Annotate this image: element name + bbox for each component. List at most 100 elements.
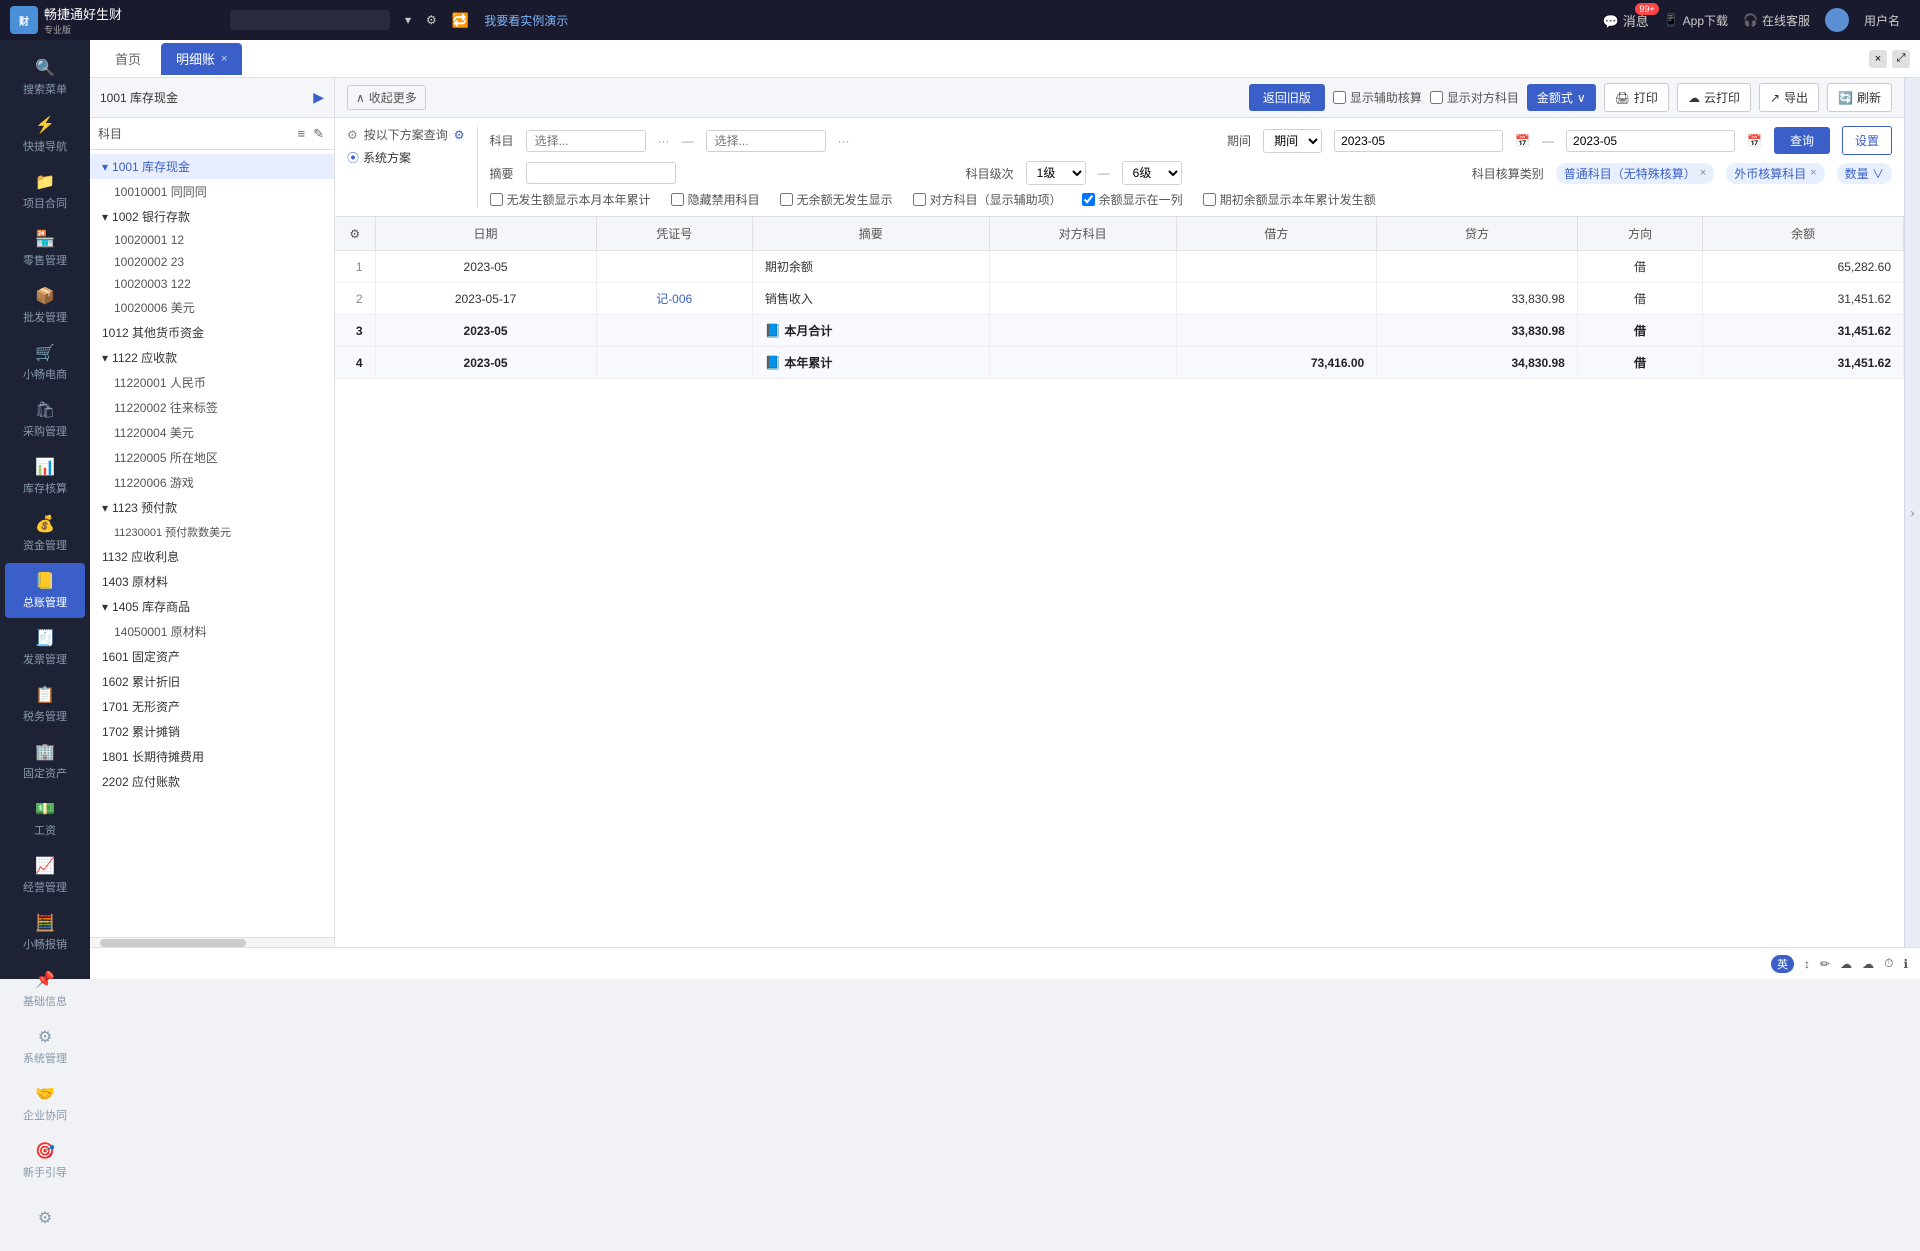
period-to-input[interactable]	[1566, 130, 1735, 152]
calendar-icon-from[interactable]: 📅	[1515, 134, 1530, 148]
tree-node-10010001[interactable]: 10010001 同同同	[90, 179, 334, 204]
tree-node-11230001[interactable]: 11230001 预付款数美元	[90, 520, 334, 544]
sidebar-item-expense[interactable]: 🧮 小畅报销	[5, 905, 85, 960]
voucher-link-2[interactable]: 记-006	[656, 292, 692, 306]
sidebar-item-salary[interactable]: 💵 工资	[5, 791, 85, 846]
tree-node-1132[interactable]: 1132 应收利息	[90, 544, 334, 569]
checkbox-no-balance2[interactable]: 无余额无发生显示	[780, 191, 893, 208]
tree-node-1012[interactable]: 1012 其他货币资金	[90, 320, 334, 345]
sidebar-item-quicknav[interactable]: ⚡ 快捷导航	[5, 107, 85, 162]
tree-node-1403[interactable]: 1403 原材料	[90, 569, 334, 594]
sidebar-item-system[interactable]: ⚙ 系统管理	[5, 1019, 85, 1074]
sidebar-item-capital[interactable]: 💰 资金管理	[5, 506, 85, 561]
tab-detail[interactable]: 明细账 ×	[161, 43, 242, 75]
show-aux-input[interactable]	[1333, 91, 1346, 104]
tab-close-btn[interactable]: ×	[221, 53, 227, 65]
sidebar-item-wholesale[interactable]: 📦 批发管理	[5, 278, 85, 333]
export-btn[interactable]: ↗ 导出	[1759, 83, 1819, 112]
status-cloud2[interactable]: ☁	[1862, 957, 1874, 971]
query-btn[interactable]: 查询	[1774, 127, 1830, 154]
tree-node-1601[interactable]: 1601 固定资产	[90, 644, 334, 669]
show-opposite-input[interactable]	[1430, 91, 1443, 104]
subject-level-to-select[interactable]: 6级3级4级	[1122, 161, 1182, 185]
breadcrumb-input[interactable]	[230, 10, 390, 30]
checkbox-hide-disabled[interactable]: 隐藏禁用科目	[671, 191, 760, 208]
side-expand-handle[interactable]: ›	[1904, 78, 1920, 947]
sidebar-item-tax[interactable]: 📋 税务管理	[5, 677, 85, 732]
sidebar-item-invoice[interactable]: 🧾 发票管理	[5, 620, 85, 675]
message-btn[interactable]: 💬 消息 99+	[1603, 11, 1649, 30]
tree-node-1123[interactable]: ▾ 1123 预付款	[90, 495, 334, 520]
tab-home[interactable]: 首页	[100, 43, 156, 75]
show-aux-checkbox[interactable]: 显示辅助核算	[1333, 89, 1422, 106]
calendar-icon-to[interactable]: 📅	[1747, 134, 1762, 148]
status-cloud1[interactable]: ☁	[1840, 957, 1852, 971]
sidebar-item-project[interactable]: 📁 项目合同	[5, 164, 85, 219]
checkbox-opposite-input[interactable]	[913, 193, 926, 206]
tree-node-2202[interactable]: 2202 应付账款	[90, 769, 334, 794]
cloud-print-btn[interactable]: ☁ 云打印	[1677, 83, 1751, 112]
tag-close-forex[interactable]: ×	[1810, 167, 1816, 179]
period-type-select[interactable]: 期间	[1263, 129, 1322, 153]
subject-to-input[interactable]	[706, 130, 826, 152]
subject-level-from-select[interactable]: 1级2级3级	[1026, 161, 1086, 185]
tree-list-btn[interactable]: ≡	[296, 124, 308, 144]
checkbox-period-balance[interactable]: 期初余额显示本年累计发生额	[1203, 191, 1376, 208]
period-from-input[interactable]	[1334, 130, 1503, 152]
sidebar-item-base[interactable]: 📌 基础信息	[5, 962, 85, 1017]
demo-link[interactable]: 我要看实例演示	[484, 12, 568, 29]
app-download-btn[interactable]: 📱 App下载	[1664, 12, 1728, 29]
status-lang[interactable]: 英	[1771, 955, 1794, 973]
summary-input[interactable]	[526, 162, 676, 184]
checkbox-balance-one[interactable]: 余额显示在一列	[1082, 191, 1183, 208]
show-opposite-checkbox[interactable]: 显示对方科目	[1430, 89, 1519, 106]
filter-tag-quantity[interactable]: 数量 ∨	[1837, 163, 1892, 184]
status-clock[interactable]: ⏱	[1884, 956, 1893, 971]
row-voucher-2[interactable]: 记-006	[596, 283, 752, 315]
tree-node-10020003[interactable]: 10020003 122	[90, 273, 334, 295]
tree-node-10020001[interactable]: 10020001 12	[90, 229, 334, 251]
tree-node-14050001[interactable]: 14050001 原材料	[90, 619, 334, 644]
sidebar-item-purchase[interactable]: 🛍 采购管理	[5, 392, 85, 447]
checkbox-no-balance[interactable]: 无发生额显示本月本年累计	[490, 191, 651, 208]
sidebar-item-business[interactable]: 📈 经营管理	[5, 848, 85, 903]
tree-node-1701[interactable]: 1701 无形资产	[90, 694, 334, 719]
status-sort[interactable]: ↕	[1804, 957, 1810, 971]
tree-node-11220002[interactable]: 11220002 往来标签	[90, 395, 334, 420]
tree-node-10020002[interactable]: 10020002 23	[90, 251, 334, 273]
sidebar-item-settings[interactable]: ⚙	[5, 1200, 85, 1239]
sidebar-item-guide[interactable]: 🎯 新手引导	[5, 1133, 85, 1188]
checkbox-opposite[interactable]: 对方科目（显示辅助项）	[913, 191, 1062, 208]
tree-node-11220001[interactable]: 11220001 人民币	[90, 370, 334, 395]
checkbox-no-balance-input[interactable]	[490, 193, 503, 206]
status-edit[interactable]: ✏	[1820, 957, 1830, 971]
expand-more-btn[interactable]: ∧ 收起更多	[347, 85, 426, 110]
checkbox-period-balance-input[interactable]	[1203, 193, 1216, 206]
tree-node-11220004[interactable]: 11220004 美元	[90, 420, 334, 445]
minimize-btn[interactable]: ×	[1869, 50, 1887, 68]
scheme-settings-icon[interactable]: ⚙	[454, 128, 465, 142]
tree-node-1405[interactable]: ▾ 1405 库存商品	[90, 594, 334, 619]
tag-close-normal[interactable]: ×	[1700, 167, 1706, 179]
tree-node-11220005[interactable]: 11220005 所在地区	[90, 445, 334, 470]
tree-node-1702[interactable]: 1702 累计摊销	[90, 719, 334, 744]
online-service-btn[interactable]: 🎧 在线客服	[1743, 12, 1810, 29]
tree-node-1801[interactable]: 1801 长期待摊费用	[90, 744, 334, 769]
format-btn[interactable]: 金额式 ∨	[1527, 84, 1596, 111]
tree-node-1001[interactable]: ▾ 1001 库存现金	[90, 154, 334, 179]
subject-from-input[interactable]	[526, 130, 646, 152]
tree-node-1122[interactable]: ▾ 1122 应收款	[90, 345, 334, 370]
sidebar-item-inventory[interactable]: 📊 库存核算	[5, 449, 85, 504]
back-old-btn[interactable]: 返回旧版	[1249, 84, 1325, 111]
sidebar-item-search[interactable]: 🔍 搜索菜单	[5, 50, 85, 105]
set-btn[interactable]: 设置	[1842, 126, 1892, 155]
sidebar-item-ledger[interactable]: 📒 总账管理	[5, 563, 85, 618]
checkbox-balance-one-input[interactable]	[1082, 193, 1095, 206]
tree-node-11220006[interactable]: 11220006 游戏	[90, 470, 334, 495]
checkbox-hide-disabled-input[interactable]	[671, 193, 684, 206]
tree-node-10020006[interactable]: 10020006 美元	[90, 295, 334, 320]
sidebar-item-ecommerce[interactable]: 🛒 小畅电商	[5, 335, 85, 390]
col-settings[interactable]: ⚙	[335, 217, 375, 251]
sidebar-item-coop[interactable]: 🤝 企业协同	[5, 1076, 85, 1131]
print-btn[interactable]: 🖨 打印	[1604, 83, 1669, 112]
